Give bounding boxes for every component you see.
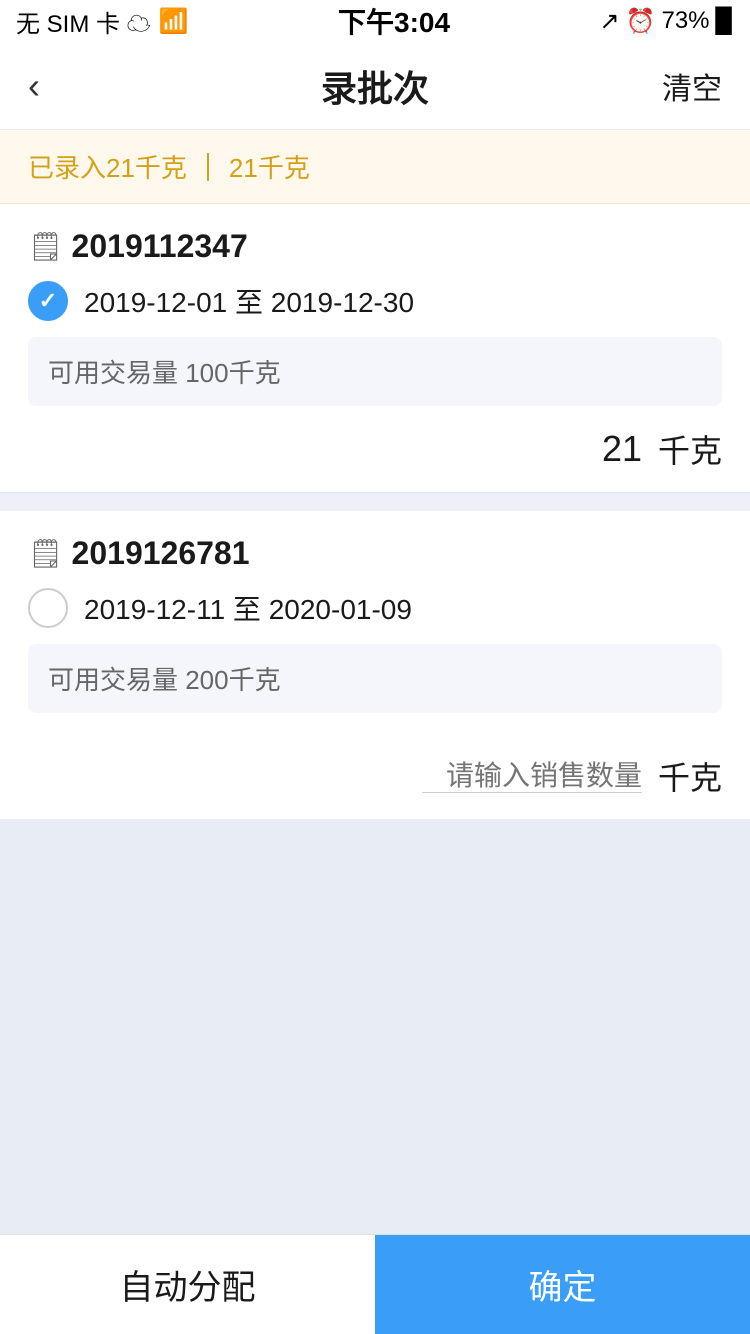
card1-date-row: 2019-12-01 至 2019-12-30 [28,281,722,321]
card2-icon: 🗒 [28,537,64,570]
card1-availability: 可用交易量 100千克 [28,337,722,406]
card2-date-row: 2019-12-11 至 2020-01-09 [28,588,722,628]
status-bar: 无 SIM 卡 ☁ 📶 下午3:04 ↗ ⏰ 73% ▉ [0,0,750,42]
card2-input-row: 千克 [0,737,750,819]
battery-percent: 73% [661,7,709,35]
status-left: 无 SIM 卡 ☁ 📶 [16,4,189,39]
total-label: 21千克 [229,148,310,185]
location-icon: ↗ [599,7,619,36]
bottom-bar: 自动分配 确定 [0,1234,750,1334]
info-banner: 已录入21千克 21千克 [0,130,750,204]
wifi-icon: 📶 [159,7,189,36]
status-right: ↗ ⏰ 73% ▉ [599,7,734,36]
auto-distribute-button[interactable]: 自动分配 [0,1235,375,1334]
recorded-label: 已录入21千克 [28,148,187,185]
batch-card-2: 🗒 2019126781 2019-12-11 至 2020-01-09 可用交… [0,511,750,737]
card1-radio[interactable] [28,281,68,321]
card1-header: 🗒 2019112347 [28,228,722,265]
status-time: 下午3:04 [338,1,450,41]
card2-unit: 千克 [658,753,722,799]
clear-button[interactable]: 清空 [662,64,722,108]
card2-availability: 可用交易量 200千克 [28,644,722,713]
confirm-button[interactable]: 确定 [375,1235,750,1334]
alarm-icon: ⏰ [626,7,656,36]
back-button[interactable]: ‹ [28,65,88,107]
card2-date-range: 2019-12-11 至 2020-01-09 [84,588,412,628]
card2-quantity-input[interactable] [422,760,642,793]
card1-quantity-unit: 千克 [658,426,722,472]
page-title: 录批次 [321,60,429,112]
card2-radio[interactable] [28,588,68,628]
card1-date-range: 2019-12-01 至 2019-12-30 [84,281,414,321]
card2-header: 🗒 2019126781 [28,535,722,572]
card1-quantity-row: 21 千克 [0,406,750,493]
nav-bar: ‹ 录批次 清空 [0,42,750,130]
battery-icon: ▉ [716,7,734,36]
card1-quantity-value: 21 [602,428,642,470]
card1-batch-id: 2019112347 [72,228,248,265]
card2-batch-id: 2019126781 [72,535,250,572]
batch-card-1: 🗒 2019112347 2019-12-01 至 2019-12-30 可用交… [0,204,750,406]
card1-icon: 🗒 [28,230,64,263]
card-separator [0,493,750,511]
banner-divider [207,153,209,181]
sim-label: 无 SIM 卡 ☁ [16,4,151,39]
main-content: 🗒 2019112347 2019-12-01 至 2019-12-30 可用交… [0,204,750,1308]
